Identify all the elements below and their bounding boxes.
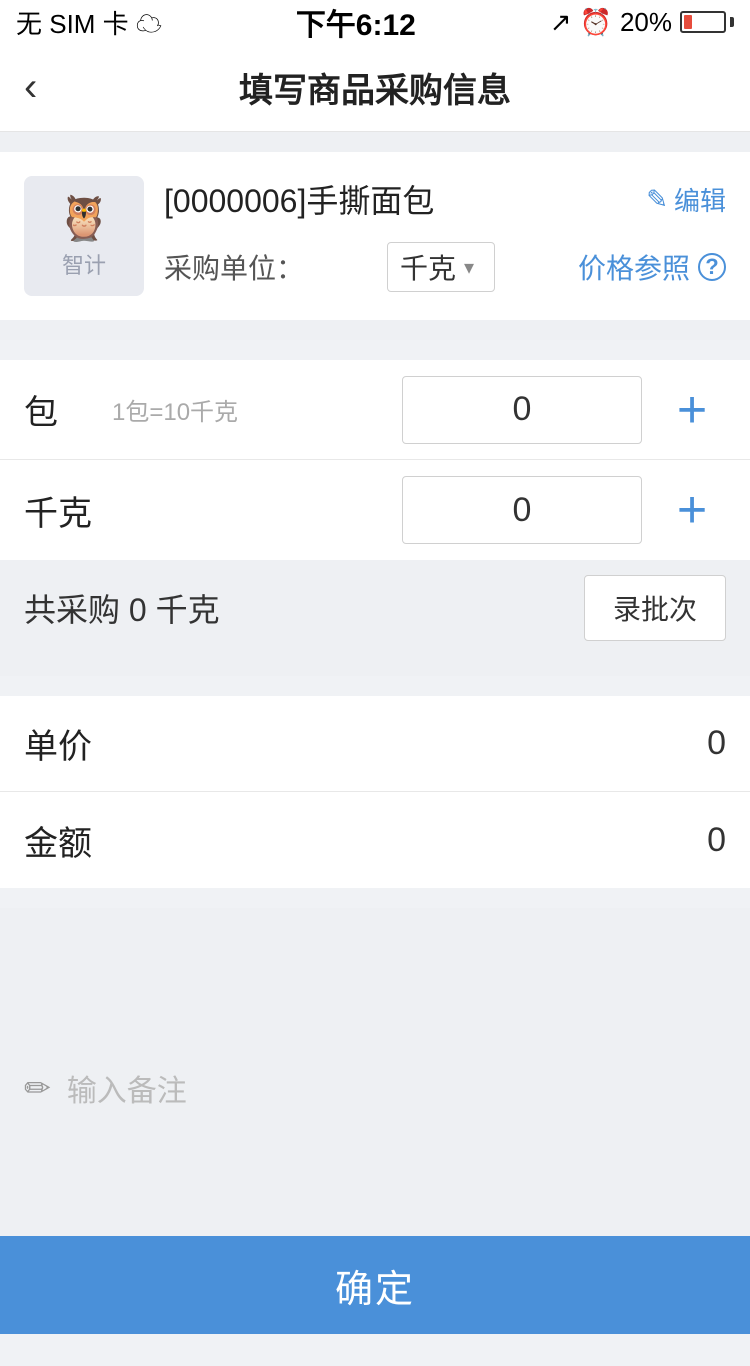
pencil-icon: ✏	[24, 1069, 51, 1107]
quantity-section: 包 1包=10千克 0 + 千克 0 +	[0, 360, 750, 560]
back-button[interactable]: ‹	[24, 65, 37, 110]
location-icon: ↗	[550, 7, 572, 38]
kg-plus-button[interactable]: +	[658, 476, 726, 544]
battery-percent: 20%	[620, 7, 672, 38]
unit-select[interactable]: 千克 ▾	[387, 242, 495, 292]
bag-label: 包	[24, 385, 104, 434]
unit-price-label: 单价	[24, 719, 92, 768]
confirm-button[interactable]: 确定	[0, 1236, 750, 1334]
separator-top	[0, 132, 750, 152]
bag-plus-button[interactable]: +	[658, 376, 726, 444]
product-info: [0000006]手撕面包 ✎ 编辑 采购单位： 千克 ▾ 价格参照 ?	[164, 176, 726, 292]
alarm-icon: ⏰	[580, 7, 612, 38]
battery-icon	[680, 11, 734, 33]
kg-label: 千克	[24, 486, 104, 535]
kg-quantity-input[interactable]: 0	[402, 476, 642, 544]
product-card: 🦉 智计 [0000006]手撕面包 ✎ 编辑 采购单位： 千克 ▾ 价格参照 …	[0, 152, 750, 320]
status-right: ↗ ⏰ 20%	[550, 7, 734, 38]
price-section: 单价 0 金额 0	[0, 696, 750, 888]
amount-label: 金额	[24, 816, 92, 865]
page-title: 填写商品采购信息	[239, 63, 511, 112]
product-name: [0000006]手撕面包	[164, 176, 434, 222]
summary-section: 共采购 0 千克 录批次	[0, 560, 750, 656]
bag-row: 包 1包=10千克 0 +	[0, 360, 750, 460]
product-logo-icon: 🦉	[57, 192, 112, 244]
amount-value: 0	[707, 821, 726, 860]
status-time: 下午6:12	[296, 0, 416, 44]
kg-row: 千克 0 +	[0, 460, 750, 560]
batch-record-button[interactable]: 录批次	[584, 575, 726, 641]
sim-label: 无 SIM 卡 ☁	[16, 4, 162, 41]
remark-placeholder: 输入备注	[67, 1066, 187, 1110]
price-ref-help-icon: ?	[698, 253, 726, 281]
price-reference-button[interactable]: 价格参照 ?	[578, 247, 726, 287]
unit-value: 千克	[400, 247, 456, 287]
bag-sublabel: 1包=10千克	[112, 392, 238, 427]
remark-section[interactable]: ✏ 输入备注	[0, 908, 750, 1268]
bag-quantity-input[interactable]: 0	[402, 376, 642, 444]
summary-text: 共采购 0 千克	[24, 585, 220, 631]
price-ref-label: 价格参照	[578, 247, 690, 287]
separator-price	[0, 656, 750, 676]
nav-bar: ‹ 填写商品采购信息	[0, 44, 750, 132]
unit-price-row: 单价 0	[0, 696, 750, 792]
unit-dropdown-arrow: ▾	[464, 255, 474, 280]
product-logo-label: 智计	[62, 248, 106, 280]
status-bar: 无 SIM 卡 ☁ 下午6:12 ↗ ⏰ 20%	[0, 0, 750, 44]
amount-row: 金额 0	[0, 792, 750, 888]
status-left: 无 SIM 卡 ☁	[16, 4, 162, 41]
product-image: 🦉 智计	[24, 176, 144, 296]
edit-icon: ✎	[646, 184, 668, 215]
edit-button[interactable]: ✎ 编辑	[646, 181, 726, 218]
separator-mid	[0, 320, 750, 340]
unit-label: 采购单位：	[164, 247, 304, 287]
unit-price-value: 0	[707, 724, 726, 763]
edit-label: 编辑	[674, 181, 726, 218]
